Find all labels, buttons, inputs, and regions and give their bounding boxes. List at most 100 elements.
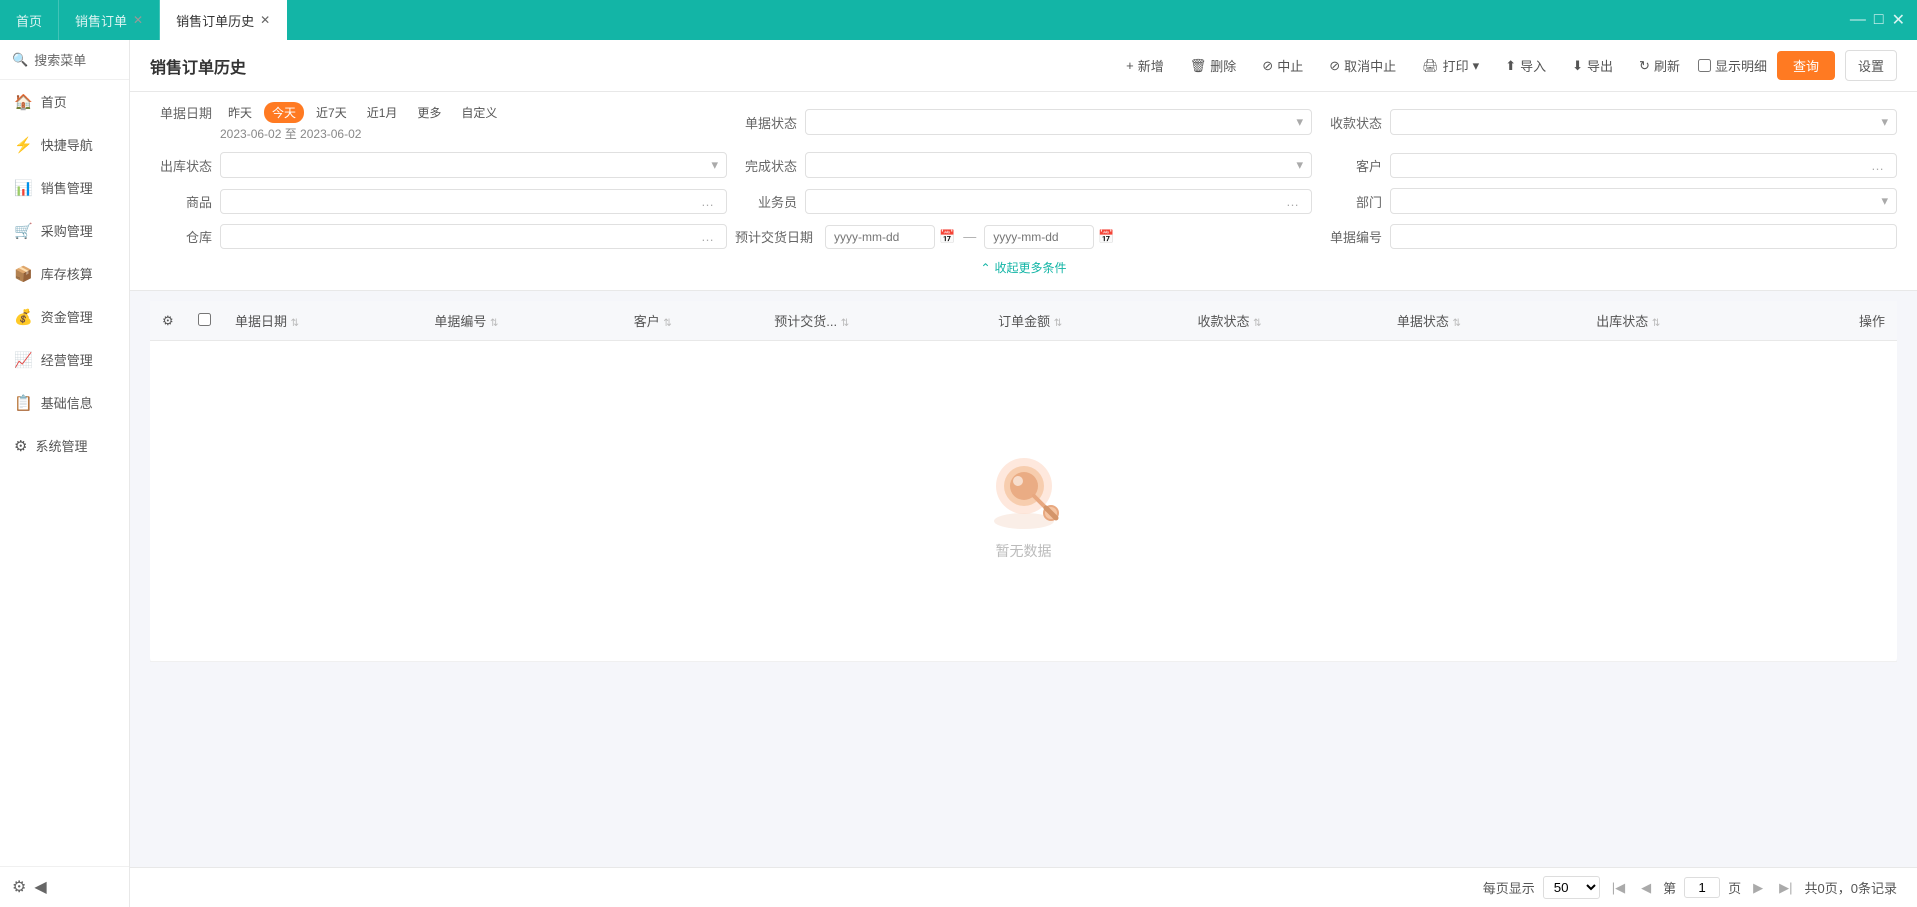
sidebar-item-system[interactable]: ⚙ 系统管理 bbox=[0, 424, 129, 467]
last-page-button[interactable]: ▶| bbox=[1775, 878, 1796, 898]
settings-button[interactable]: 设置 bbox=[1845, 50, 1897, 81]
print-button[interactable]: 🖨 打印 ▾ bbox=[1414, 52, 1487, 79]
empty-state-row: 暂无数据 bbox=[150, 341, 1897, 662]
empty-state-icon bbox=[974, 441, 1074, 541]
date-tabs: 昨天 今天 近7天 近1月 更多 自定义 bbox=[220, 102, 505, 123]
sidebar-item-inventory[interactable]: 📦 库存核算 bbox=[0, 252, 129, 295]
collapse-label: 收起更多条件 bbox=[995, 259, 1067, 276]
main-content: 销售订单历史 + 新增 🗑 删除 ⊘ 中止 ⊘ bbox=[130, 40, 1917, 907]
close-icon[interactable]: ✕ bbox=[1892, 10, 1905, 30]
outbound-status-arrow-icon: ▾ bbox=[711, 157, 718, 173]
minimize-icon[interactable]: — bbox=[1850, 11, 1866, 29]
collapse-sidebar-icon[interactable]: ◀ bbox=[34, 877, 46, 897]
col-bill-date[interactable]: 单据日期 ⇅ bbox=[223, 301, 422, 341]
delivery-date-from[interactable] bbox=[825, 225, 935, 249]
sidebar: 🔍 搜索菜单 🏠 首页 ⚡ 快捷导航 📊 销售管理 🛒 采购管理 📦 库存核算 … bbox=[0, 40, 130, 907]
col-customer-label: 客户 bbox=[634, 314, 660, 329]
first-page-button[interactable]: |◀ bbox=[1608, 878, 1629, 898]
current-page-input[interactable] bbox=[1684, 877, 1720, 898]
stop-button[interactable]: ⊘ 中止 bbox=[1254, 52, 1311, 79]
tab-sales-order[interactable]: 销售订单 ✕ bbox=[59, 0, 160, 40]
collapse-button[interactable]: ⌃ 收起更多条件 bbox=[150, 255, 1897, 280]
tab-home[interactable]: 首页 bbox=[0, 0, 59, 40]
tab-sales-order-history-close[interactable]: ✕ bbox=[260, 13, 270, 27]
settings-bottom-icon[interactable]: ⚙ bbox=[12, 877, 26, 897]
maximize-icon[interactable]: □ bbox=[1874, 11, 1884, 29]
date-tab-more[interactable]: 更多 bbox=[409, 102, 449, 123]
warehouse-input[interactable]: … bbox=[220, 224, 727, 249]
receipt-status-select[interactable]: ▾ bbox=[1390, 109, 1897, 135]
prev-page-button[interactable]: ◀ bbox=[1637, 878, 1655, 898]
col-outbound-status[interactable]: 出库状态 ⇅ bbox=[1584, 301, 1783, 341]
col-bill-status-label: 单据状态 bbox=[1397, 314, 1449, 329]
table-area: ⚙ 单据日期 ⇅ 单据编号 ⇅ bbox=[130, 291, 1917, 867]
sidebar-item-finance[interactable]: 💰 资金管理 bbox=[0, 295, 129, 338]
page-label: 第 bbox=[1663, 878, 1676, 897]
sidebar-search[interactable]: 🔍 搜索菜单 bbox=[0, 40, 129, 80]
sort-receipt-status-icon: ⇅ bbox=[1253, 318, 1261, 329]
data-table: ⚙ 单据日期 ⇅ 单据编号 ⇅ bbox=[150, 301, 1897, 662]
filter-delivery-date-cell: 预计交货日期 📅 — 📅 bbox=[735, 224, 1312, 249]
filter-date-row: 单据日期 昨天 今天 近7天 近1月 更多 自定义 bbox=[150, 102, 505, 123]
goods-input[interactable]: … bbox=[220, 189, 727, 214]
sidebar-item-quick-nav[interactable]: ⚡ 快捷导航 bbox=[0, 123, 129, 166]
bill-number-input[interactable] bbox=[1390, 224, 1897, 249]
delete-label: 删除 bbox=[1210, 56, 1236, 75]
refresh-button[interactable]: ↻ 刷新 bbox=[1631, 52, 1688, 79]
bill-status-select[interactable]: ▾ bbox=[805, 109, 1312, 135]
salesperson-input[interactable]: … bbox=[805, 189, 1312, 214]
col-operation-label: 操作 bbox=[1859, 314, 1885, 329]
display-detail-label: 显示明细 bbox=[1715, 56, 1767, 75]
date-tab-1month[interactable]: 近1月 bbox=[359, 102, 406, 123]
import-label: 导入 bbox=[1520, 56, 1546, 75]
sidebar-item-sales[interactable]: 📊 销售管理 bbox=[0, 166, 129, 209]
date-tab-yesterday[interactable]: 昨天 bbox=[220, 102, 260, 123]
date-tab-7days[interactable]: 近7天 bbox=[308, 102, 355, 123]
page-header: 销售订单历史 + 新增 🗑 删除 ⊘ 中止 ⊘ bbox=[130, 40, 1917, 92]
table-settings-icon[interactable]: ⚙ bbox=[162, 313, 174, 328]
col-order-amount[interactable]: 订单金额 ⇅ bbox=[986, 301, 1185, 341]
tab-sales-order-close[interactable]: ✕ bbox=[133, 13, 143, 27]
col-customer[interactable]: 客户 ⇅ bbox=[622, 301, 762, 341]
sidebar-item-operation-label: 经营管理 bbox=[41, 350, 93, 369]
add-button[interactable]: + 新增 bbox=[1118, 52, 1172, 79]
customer-dots-icon[interactable]: … bbox=[1867, 158, 1888, 173]
sidebar-item-operation[interactable]: 📈 经营管理 bbox=[0, 338, 129, 381]
delete-button[interactable]: 🗑 删除 bbox=[1182, 52, 1245, 79]
outbound-status-select[interactable]: ▾ bbox=[220, 152, 727, 178]
department-select[interactable]: ▾ bbox=[1390, 188, 1897, 214]
sidebar-item-basic[interactable]: 📋 基础信息 bbox=[0, 381, 129, 424]
print-icon: 🖨 bbox=[1422, 58, 1439, 74]
import-button[interactable]: ⬆ 导入 bbox=[1497, 52, 1554, 79]
warehouse-dots-icon[interactable]: … bbox=[697, 229, 718, 244]
date-tab-today[interactable]: 今天 bbox=[264, 102, 304, 123]
query-button[interactable]: 查询 bbox=[1777, 51, 1835, 80]
customer-input[interactable]: … bbox=[1390, 153, 1897, 178]
delivery-date-to[interactable] bbox=[984, 225, 1094, 249]
toolbar: + 新增 🗑 删除 ⊘ 中止 ⊘ 取消中止 bbox=[1118, 50, 1897, 81]
col-expected-delivery[interactable]: 预计交货... ⇅ bbox=[762, 301, 986, 341]
calendar-from-icon: 📅 bbox=[939, 229, 955, 245]
col-bill-status[interactable]: 单据状态 ⇅ bbox=[1385, 301, 1584, 341]
next-page-button[interactable]: ▶ bbox=[1749, 878, 1767, 898]
col-receipt-status[interactable]: 收款状态 ⇅ bbox=[1186, 301, 1385, 341]
filter-customer-cell: 客户 … bbox=[1320, 152, 1897, 178]
cancel-stop-button[interactable]: ⊘ 取消中止 bbox=[1321, 52, 1404, 79]
complete-status-select[interactable]: ▾ bbox=[805, 152, 1312, 178]
sidebar-item-basic-label: 基础信息 bbox=[41, 393, 93, 412]
sidebar-item-home[interactable]: 🏠 首页 bbox=[0, 80, 129, 123]
salesperson-dots-icon[interactable]: … bbox=[1282, 194, 1303, 209]
goods-dots-icon[interactable]: … bbox=[697, 194, 718, 209]
col-bill-number[interactable]: 单据编号 ⇅ bbox=[422, 301, 621, 341]
display-detail-checkbox[interactable]: 显示明细 bbox=[1698, 56, 1767, 75]
export-button[interactable]: ⬇ 导出 bbox=[1564, 52, 1621, 79]
date-tab-custom[interactable]: 自定义 bbox=[453, 102, 505, 123]
select-all-checkbox[interactable] bbox=[198, 313, 211, 326]
col-outbound-status-label: 出库状态 bbox=[1596, 314, 1648, 329]
warehouse-label: 仓库 bbox=[150, 227, 220, 246]
tab-sales-order-history[interactable]: 销售订单历史 ✕ bbox=[160, 0, 287, 40]
display-detail-input[interactable] bbox=[1698, 59, 1711, 72]
per-page-select[interactable]: 50 10 20 100 bbox=[1543, 876, 1600, 899]
sidebar-item-purchase[interactable]: 🛒 采购管理 bbox=[0, 209, 129, 252]
tab-home-label: 首页 bbox=[16, 11, 42, 30]
